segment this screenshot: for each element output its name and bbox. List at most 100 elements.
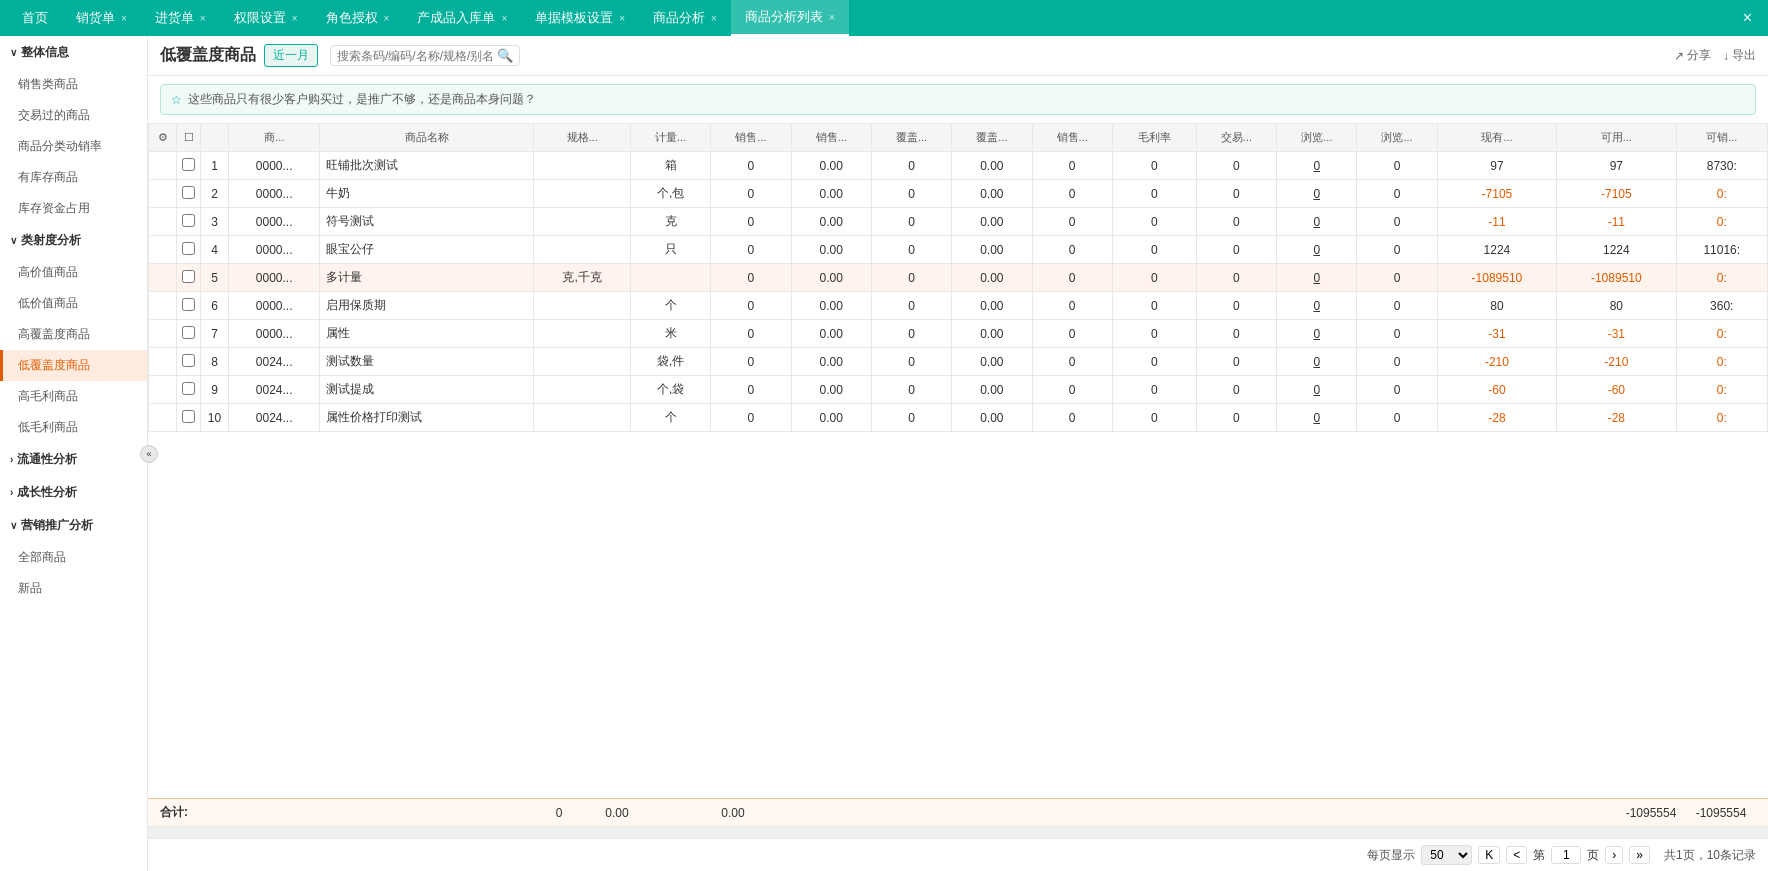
row-checkbox[interactable] [182, 298, 195, 311]
export-button[interactable]: ↓ 导出 [1723, 47, 1756, 64]
th-sales2[interactable]: 销售... [791, 124, 871, 152]
nav-item-home[interactable]: 首页 [8, 0, 62, 36]
sidebar-collapse-button[interactable]: « [140, 445, 158, 463]
sidebar-item-high-value[interactable]: 高价值商品 [0, 257, 147, 288]
sidebar-item-new-goods[interactable]: 新品 [0, 573, 147, 604]
th-sales1[interactable]: 销售... [711, 124, 791, 152]
prev-page-button[interactable]: < [1506, 846, 1527, 864]
th-stock3[interactable]: 可销... [1676, 124, 1767, 152]
td-name: 多计量 [320, 264, 534, 292]
nav-item-analysis-list[interactable]: 商品分析列表 × [731, 0, 849, 36]
row-checkbox[interactable] [182, 242, 195, 255]
nav-close-all-button[interactable]: × [1735, 9, 1760, 27]
nav-item-purchase[interactable]: 进货单 × [141, 0, 220, 36]
sidebar-item-sales-goods[interactable]: 销售类商品 [0, 69, 147, 100]
td-browse1[interactable]: 0 [1277, 348, 1357, 376]
td-checkbox[interactable] [177, 264, 201, 292]
row-checkbox[interactable] [182, 354, 195, 367]
th-sales3[interactable]: 销售... [1032, 124, 1112, 152]
sidebar-item-high-gross[interactable]: 高毛利商品 [0, 381, 147, 412]
sidebar-item-category-rate[interactable]: 商品分类动销率 [0, 131, 147, 162]
td-unit: 米 [630, 320, 710, 348]
search-input[interactable] [337, 49, 497, 63]
page-input[interactable] [1551, 846, 1581, 864]
th-cover1[interactable]: 覆盖... [871, 124, 951, 152]
nav-item-templates[interactable]: 单据模板设置 × [521, 0, 639, 36]
last-page-button[interactable]: » [1629, 846, 1650, 864]
td-checkbox[interactable] [177, 404, 201, 432]
row-checkbox[interactable] [182, 214, 195, 227]
td-browse1[interactable]: 0 [1277, 208, 1357, 236]
td-checkbox[interactable] [177, 208, 201, 236]
th-unit[interactable]: 计量... [630, 124, 710, 152]
table-wrapper[interactable]: ⚙ ☐ 商... 商品名称 规格... 计量... 销售... 销售... 覆盖… [148, 123, 1768, 798]
td-browse1[interactable]: 0 [1277, 236, 1357, 264]
row-checkbox[interactable] [182, 382, 195, 395]
sidebar-section-growth[interactable]: › 成长性分析 [0, 476, 147, 509]
nav-close-sales[interactable]: × [121, 13, 127, 24]
sidebar-item-all-goods[interactable]: 全部商品 [0, 542, 147, 573]
th-code[interactable]: 商... [229, 124, 320, 152]
sidebar-section-liquidity[interactable]: › 流通性分析 [0, 443, 147, 476]
row-checkbox[interactable] [182, 326, 195, 339]
td-checkbox[interactable] [177, 152, 201, 180]
th-cover2[interactable]: 覆盖... [952, 124, 1032, 152]
td-checkbox[interactable] [177, 348, 201, 376]
td-browse1[interactable]: 0 [1277, 404, 1357, 432]
nav-close-analysis-list[interactable]: × [829, 12, 835, 23]
sidebar-item-low-coverage[interactable]: 低覆盖度商品 [0, 350, 147, 381]
td-browse1[interactable]: 0 [1277, 180, 1357, 208]
nav-close-templates[interactable]: × [619, 13, 625, 24]
sidebar-item-traded-goods[interactable]: 交易过的商品 [0, 100, 147, 131]
th-name[interactable]: 商品名称 [320, 124, 534, 152]
th-stock1[interactable]: 现有... [1437, 124, 1556, 152]
row-checkbox[interactable] [182, 410, 195, 423]
sidebar-section-marketing[interactable]: ∨ 营销推广分析 [0, 509, 147, 542]
td-browse1[interactable]: 0 [1277, 376, 1357, 404]
th-gross[interactable]: 毛利率 [1112, 124, 1196, 152]
th-stock2[interactable]: 可用... [1557, 124, 1676, 152]
th-settings[interactable]: ⚙ [149, 124, 177, 152]
share-button[interactable]: ↗ 分享 [1674, 47, 1711, 64]
nav-close-purchase[interactable]: × [200, 13, 206, 24]
period-button[interactable]: 近一月 [264, 44, 318, 67]
sidebar-section-overall[interactable]: ∨ 整体信息 [0, 36, 147, 69]
nav-close-analysis[interactable]: × [711, 13, 717, 24]
sidebar-item-capital[interactable]: 库存资金占用 [0, 193, 147, 224]
row-checkbox[interactable] [182, 270, 195, 283]
nav-item-roles[interactable]: 角色授权 × [312, 0, 404, 36]
td-checkbox[interactable] [177, 376, 201, 404]
search-icon[interactable]: 🔍 [497, 48, 513, 63]
th-browse2[interactable]: 浏览... [1357, 124, 1437, 152]
td-checkbox[interactable] [177, 320, 201, 348]
td-browse1[interactable]: 0 [1277, 292, 1357, 320]
first-page-button[interactable]: K [1478, 846, 1500, 864]
th-spec[interactable]: 规格... [534, 124, 631, 152]
sidebar-item-low-value[interactable]: 低价值商品 [0, 288, 147, 319]
row-checkbox[interactable] [182, 186, 195, 199]
th-browse1[interactable]: 浏览... [1277, 124, 1357, 152]
sidebar-item-low-gross[interactable]: 低毛利商品 [0, 412, 147, 443]
td-browse1[interactable]: 0 [1277, 152, 1357, 180]
nav-item-sales[interactable]: 销货单 × [62, 0, 141, 36]
th-trade[interactable]: 交易... [1196, 124, 1276, 152]
nav-close-permissions[interactable]: × [292, 13, 298, 24]
th-checkbox[interactable]: ☐ [177, 124, 201, 152]
td-checkbox[interactable] [177, 180, 201, 208]
td-browse1[interactable]: 0 [1277, 264, 1357, 292]
row-checkbox[interactable] [182, 158, 195, 171]
td-browse1[interactable]: 0 [1277, 320, 1357, 348]
sidebar-section-coverage[interactable]: ∨ 类射度分析 [0, 224, 147, 257]
nav-item-permissions[interactable]: 权限设置 × [220, 0, 312, 36]
sidebar-item-high-coverage[interactable]: 高覆盖度商品 [0, 319, 147, 350]
nav-close-warehouse[interactable]: × [501, 13, 507, 24]
nav-item-analysis[interactable]: 商品分析 × [639, 0, 731, 36]
sidebar-item-stock-goods[interactable]: 有库存商品 [0, 162, 147, 193]
nav-close-roles[interactable]: × [384, 13, 390, 24]
nav-item-warehouse[interactable]: 产成品入库单 × [403, 0, 521, 36]
next-page-button[interactable]: › [1605, 846, 1623, 864]
td-checkbox[interactable] [177, 292, 201, 320]
page-size-select[interactable]: 50 100 200 [1421, 845, 1472, 865]
horizontal-scrollbar[interactable] [148, 826, 1768, 838]
td-checkbox[interactable] [177, 236, 201, 264]
